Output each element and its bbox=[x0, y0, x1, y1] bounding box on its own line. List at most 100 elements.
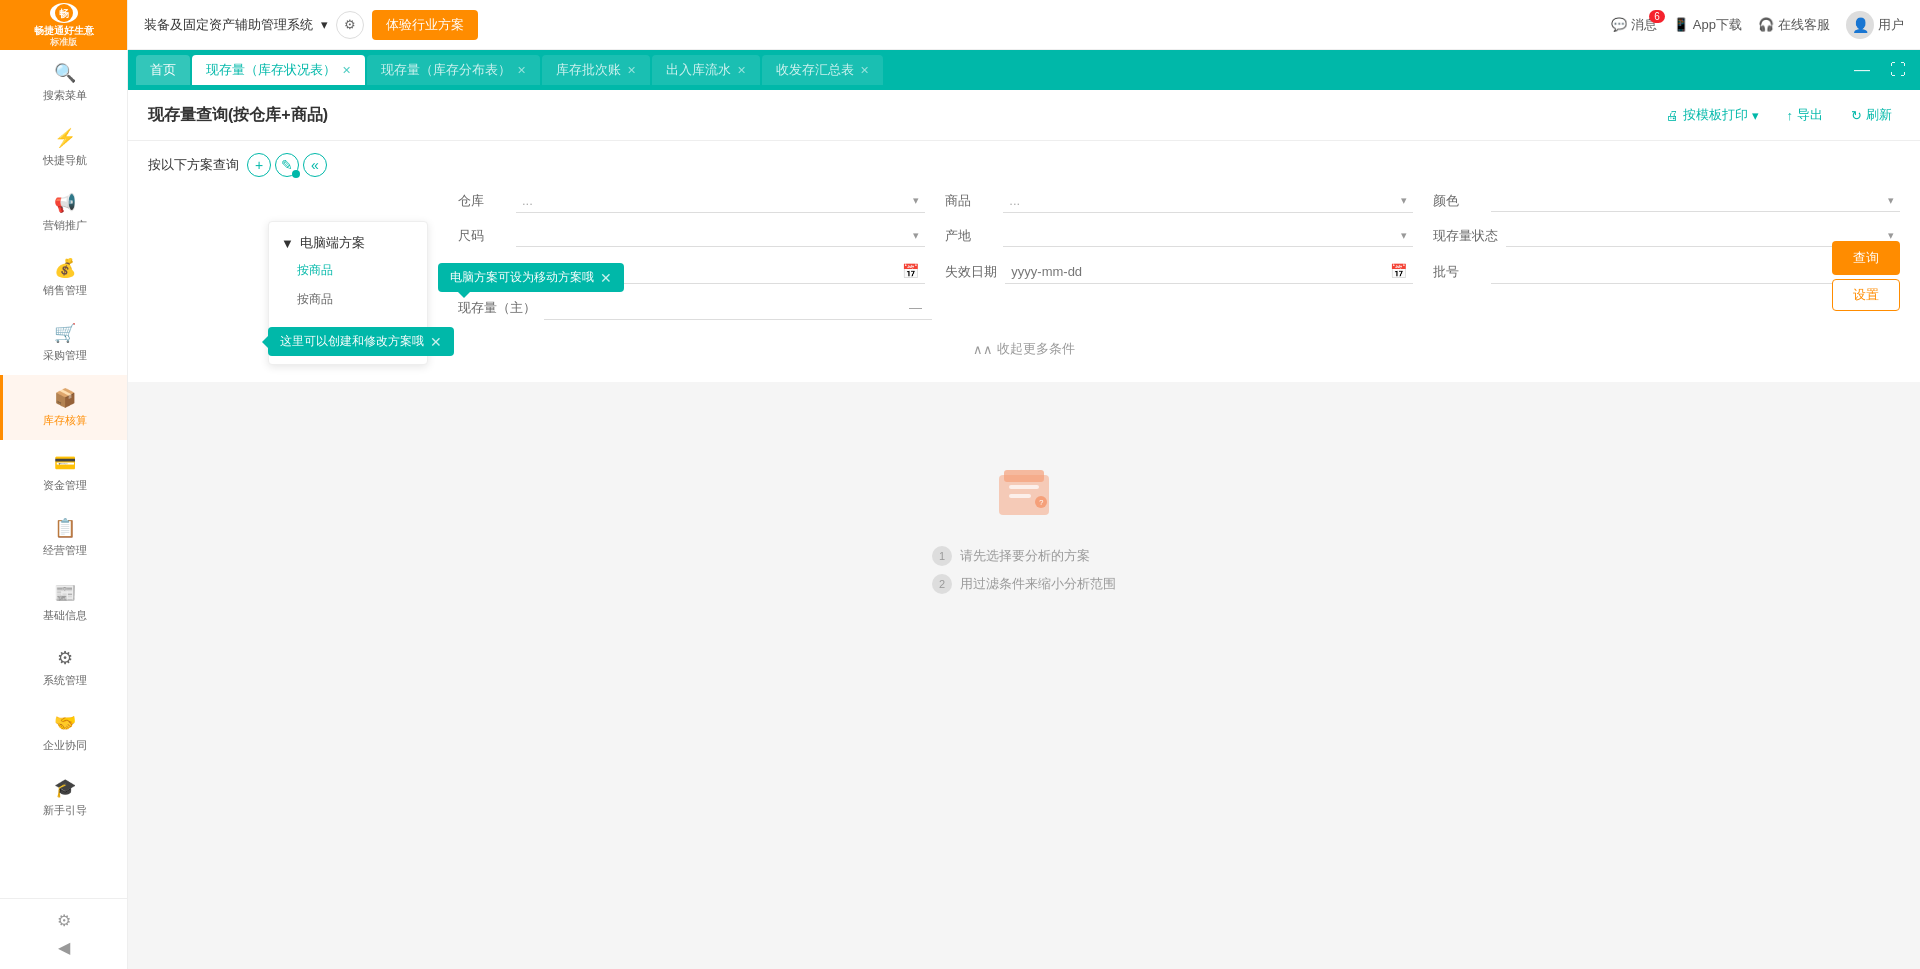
goods-select[interactable]: ... ▾ bbox=[1003, 189, 1412, 213]
edit-scheme-btn[interactable]: ✎ bbox=[275, 153, 299, 177]
settings-icon-btn[interactable]: ⚙ bbox=[336, 11, 364, 39]
filter-item-goods: 商品 ... ▾ bbox=[945, 189, 1412, 213]
empty-icon: ? bbox=[984, 450, 1064, 530]
sidebar-item-marketing[interactable]: 📢 营销推广 bbox=[0, 180, 127, 245]
step-num-2: 2 bbox=[932, 574, 952, 594]
tab-close-icon[interactable]: ✕ bbox=[517, 64, 526, 77]
app-logo: 畅 畅捷通好生意 标准版 bbox=[0, 0, 127, 50]
search-btn[interactable]: 查询 bbox=[1832, 241, 1900, 275]
refresh-btn[interactable]: ↻ 刷新 bbox=[1843, 102, 1900, 128]
tab-batch-account[interactable]: 库存批次账 ✕ bbox=[542, 55, 650, 85]
top-header: 装备及固定资产辅助管理系统 ▾ ⚙ 体验行业方案 💬 消息 6 📱 App下载 … bbox=[128, 0, 1920, 50]
warehouse-select[interactable]: ... ▾ bbox=[516, 189, 925, 213]
tab-home[interactable]: 首页 bbox=[136, 55, 190, 85]
size-select[interactable]: ▾ bbox=[516, 225, 925, 247]
tab-minimize-btn[interactable]: — bbox=[1848, 56, 1876, 84]
tab-close-icon[interactable]: ✕ bbox=[627, 64, 636, 77]
sidebar-navigation: 🔍 搜索菜单 ⚡ 快捷导航 📢 营销推广 💰 销售管理 🛒 采购管理 📦 库存核… bbox=[0, 50, 127, 898]
user-btn[interactable]: 👤 用户 bbox=[1846, 11, 1904, 39]
sidebar-item-search-menu[interactable]: 🔍 搜索菜单 bbox=[0, 50, 127, 115]
filter-item-color: 颜色 ▾ bbox=[1433, 189, 1900, 213]
headset-icon: 🎧 bbox=[1758, 17, 1774, 32]
scheme-group-desktop-title[interactable]: ▼ 电脑端方案 bbox=[269, 230, 427, 256]
tooltip1-close-btn[interactable]: ✕ bbox=[600, 270, 612, 286]
filter-title: 按以下方案查询 bbox=[148, 156, 239, 174]
svg-rect-5 bbox=[1009, 494, 1031, 498]
tab-in-out-flow[interactable]: 出入库流水 ✕ bbox=[652, 55, 760, 85]
filter-fields: 仓库 ... ▾ 商品 ... ▾ 颜色 bbox=[458, 189, 1900, 320]
color-select[interactable]: ▾ bbox=[1491, 190, 1900, 212]
gear-icon: ⚙ bbox=[344, 17, 356, 32]
sidebar-item-guide[interactable]: 🎓 新手引导 bbox=[0, 765, 127, 830]
sidebar-item-sales[interactable]: 💰 销售管理 bbox=[0, 245, 127, 310]
filter-scheme-actions: + ✎ « bbox=[247, 153, 327, 177]
stock-qty-min-input[interactable] bbox=[550, 300, 905, 315]
sales-icon: 💰 bbox=[54, 257, 76, 279]
sidebar-item-operation[interactable]: 📋 经营管理 bbox=[0, 505, 127, 570]
online-support-btn[interactable]: 🎧 在线客服 bbox=[1758, 16, 1830, 34]
filter-row-3: 生产日期 📅 失效日期 📅 批号 bbox=[458, 259, 1900, 284]
tab-bar-right: — ⛶ bbox=[1848, 56, 1912, 84]
sidebar-item-basic-info[interactable]: 📰 基础信息 bbox=[0, 570, 127, 635]
create-scheme-tooltip: 这里可以创建和修改方案哦 ✕ bbox=[268, 327, 454, 356]
step-num-1: 1 bbox=[932, 546, 952, 566]
stock-qty-range[interactable]: — bbox=[544, 296, 932, 320]
tab-inventory-dist[interactable]: 现存量（库存分布表） ✕ bbox=[367, 55, 540, 85]
phone-icon: 📱 bbox=[1673, 17, 1689, 32]
reset-btn[interactable]: 设置 bbox=[1832, 279, 1900, 311]
scheme-item-by-goods-1[interactable]: 按商品 bbox=[269, 256, 427, 285]
svg-rect-4 bbox=[1009, 485, 1039, 489]
tab-inventory-status[interactable]: 现存量（库存状况表） ✕ bbox=[192, 55, 365, 85]
back-scheme-btn[interactable]: « bbox=[303, 153, 327, 177]
app-download-btn[interactable]: 📱 App下载 bbox=[1673, 16, 1742, 34]
system-selector[interactable]: ▾ bbox=[321, 17, 328, 32]
chevron-down-icon: ▾ bbox=[1401, 229, 1407, 242]
sidebar-item-enterprise[interactable]: 🤝 企业协同 bbox=[0, 700, 127, 765]
calendar-icon[interactable]: 📅 bbox=[902, 263, 919, 279]
sidebar-item-system[interactable]: ⚙ 系统管理 bbox=[0, 635, 127, 700]
add-scheme-btn[interactable]: + bbox=[247, 153, 271, 177]
tab-bar: 首页 现存量（库存状况表） ✕ 现存量（库存分布表） ✕ 库存批次账 ✕ 出入库… bbox=[128, 50, 1920, 90]
tab-close-icon[interactable]: ✕ bbox=[342, 64, 351, 77]
expire-date-start-input[interactable] bbox=[1011, 264, 1389, 279]
scheme-item-by-goods-2[interactable]: 按商品 bbox=[269, 285, 427, 314]
filter-item-batch-no: 批号 bbox=[1433, 259, 1900, 284]
collapse-filter-btn[interactable]: ∧∧ 收起更多条件 bbox=[973, 340, 1075, 358]
tab-close-icon[interactable]: ✕ bbox=[737, 64, 746, 77]
finance-icon: 💳 bbox=[54, 452, 76, 474]
sidebar: 畅 畅捷通好生意 标准版 🔍 搜索菜单 ⚡ 快捷导航 📢 营销推广 💰 销售管理… bbox=[0, 0, 128, 969]
filter-row-1: 仓库 ... ▾ 商品 ... ▾ 颜色 bbox=[458, 189, 1900, 213]
tab-recv-summary[interactable]: 收发存汇总表 ✕ bbox=[762, 55, 883, 85]
page-title: 现存量查询(按仓库+商品) bbox=[148, 105, 328, 126]
sidebar-item-quick-nav[interactable]: ⚡ 快捷导航 bbox=[0, 115, 127, 180]
calendar-icon[interactable]: 📅 bbox=[1390, 263, 1407, 279]
collapse-icon: ◀ bbox=[58, 938, 70, 957]
edit-icon: ✎ bbox=[281, 157, 293, 173]
print-icon: 🖨 bbox=[1666, 108, 1679, 123]
template-print-btn[interactable]: 🖨 按模板打印 ▾ bbox=[1658, 102, 1767, 128]
expire-date-start[interactable]: 📅 bbox=[1005, 259, 1412, 284]
search-menu-icon: 🔍 bbox=[54, 62, 76, 84]
message-btn[interactable]: 💬 消息 6 bbox=[1611, 16, 1657, 34]
header-left: 装备及固定资产辅助管理系统 ▾ ⚙ 体验行业方案 bbox=[144, 10, 478, 40]
filter-header: 按以下方案查询 + ✎ « bbox=[148, 153, 1900, 177]
sidebar-collapse-btn[interactable]: ◀ bbox=[58, 938, 70, 957]
tab-maximize-btn[interactable]: ⛶ bbox=[1884, 56, 1912, 84]
avatar: 👤 bbox=[1846, 11, 1874, 39]
sidebar-item-inventory[interactable]: 📦 库存核算 bbox=[0, 375, 127, 440]
sidebar-item-purchase[interactable]: 🛒 采购管理 bbox=[0, 310, 127, 375]
tab-close-icon[interactable]: ✕ bbox=[860, 64, 869, 77]
sidebar-settings-btn[interactable]: ⚙ bbox=[57, 911, 71, 930]
sidebar-bottom: ⚙ ◀ bbox=[0, 898, 127, 969]
tooltip2-close-btn[interactable]: ✕ bbox=[430, 334, 442, 350]
origin-select[interactable]: ▾ bbox=[1003, 225, 1412, 247]
filter-item-stock-qty: 现存量（主） — bbox=[458, 296, 932, 320]
filter-item-origin: 产地 ▾ bbox=[945, 225, 1412, 247]
export-btn[interactable]: ↑ 导出 bbox=[1779, 102, 1832, 128]
industry-btn[interactable]: 体验行业方案 bbox=[372, 10, 478, 40]
filter-area: 按以下方案查询 + ✎ « 电脑方案可设为移动方案哦 bbox=[128, 141, 1920, 382]
enterprise-icon: 🤝 bbox=[54, 712, 76, 734]
svg-text:?: ? bbox=[1039, 498, 1044, 507]
dropdown-icon: ▾ bbox=[1752, 108, 1759, 123]
sidebar-item-finance[interactable]: 💳 资金管理 bbox=[0, 440, 127, 505]
